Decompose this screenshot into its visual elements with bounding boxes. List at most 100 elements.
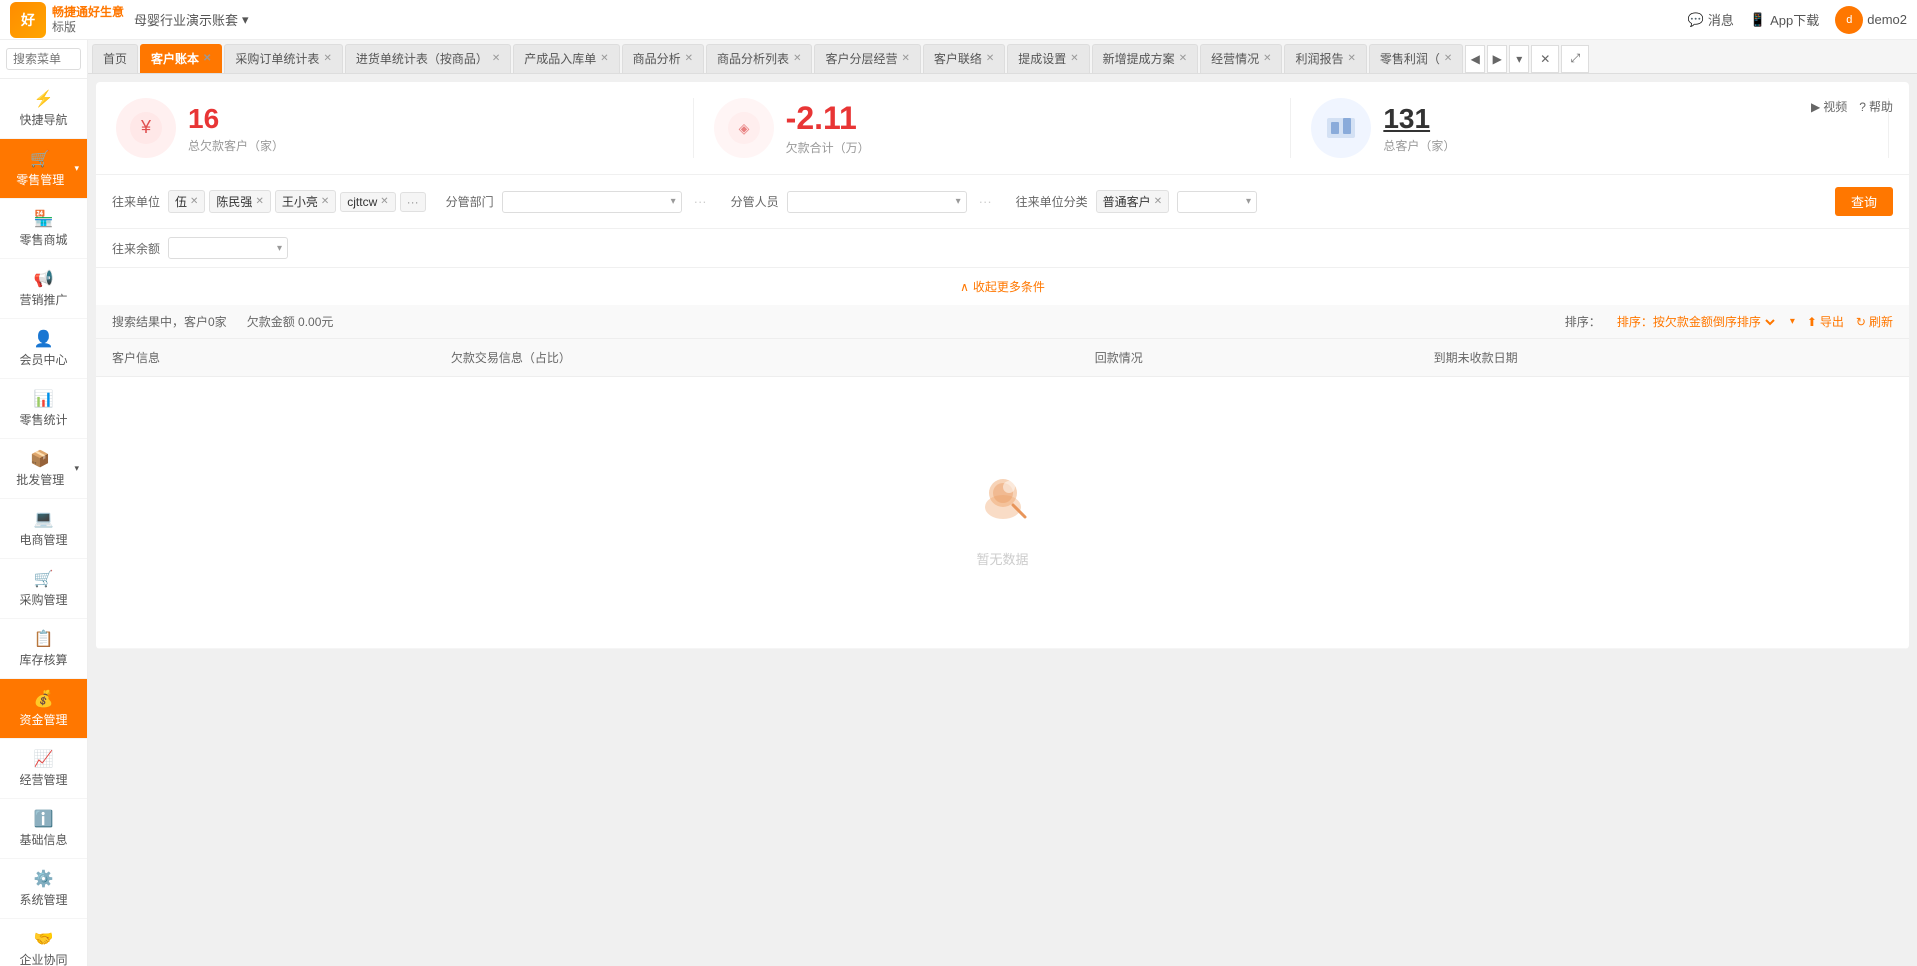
sidebar-item-business-mgmt[interactable]: 📈 经营管理 — [0, 739, 87, 799]
tab-close-stock-in[interactable]: ✕ — [492, 53, 500, 64]
tab-close-profit-report[interactable]: ✕ — [1348, 53, 1356, 64]
sidebar-item-inventory[interactable]: 📋 库存核算 — [0, 619, 87, 679]
top-bar-right: 💬 消息 📱 App下载 d demo2 — [1688, 6, 1907, 34]
sort-select[interactable]: 排序：按欠款金额倒序排序 — [1613, 314, 1778, 330]
sidebar-item-retail-mgmt[interactable]: 🛒 零售管理 ▾ — [0, 139, 87, 199]
tab-analysis[interactable]: 商品分析 ✕ — [622, 44, 704, 74]
tab-nav-right[interactable]: ▶ — [1487, 45, 1507, 73]
remove-tag-wang[interactable]: ✕ — [321, 196, 329, 207]
content-area: 首页 客户账本 ✕ 采购订单统计表 ✕ 进货单统计表（按商品） ✕ 产成品入库单… — [88, 40, 1917, 966]
results-bar: 搜索结果中，客户0家 欠款金额 0.00元 排序： 排序：按欠款金额倒序排序 ▾ — [96, 305, 1909, 339]
tab-close-customer-mgmt[interactable]: ✕ — [901, 53, 909, 64]
tab-close-purchase-order[interactable]: ✕ — [323, 53, 331, 64]
tab-reminder-setting[interactable]: 提成设置 ✕ — [1007, 44, 1089, 74]
collapse-btn[interactable]: ∧ 收起更多条件 — [96, 274, 1909, 299]
tab-customer-mgmt[interactable]: 客户分层经营 ✕ — [814, 44, 920, 74]
tab-analysis-list[interactable]: 商品分析列表 ✕ — [706, 44, 812, 74]
sidebar-item-quick-nav[interactable]: ⚡ 快捷导航 — [0, 79, 87, 139]
tab-customer-contact[interactable]: 客户联络 ✕ — [923, 44, 1005, 74]
tab-nav-menu[interactable]: ▾ — [1509, 45, 1529, 73]
export-icon: ⬆ — [1807, 315, 1817, 329]
remove-tag-wu[interactable]: ✕ — [190, 196, 198, 207]
tab-purchase-order[interactable]: 采购订单统计表 ✕ — [224, 44, 342, 74]
page-content: ¥ 16 总欠款客户（家） — [88, 74, 1917, 966]
sidebar-item-ecommerce[interactable]: 💻 电商管理 — [0, 499, 87, 559]
sidebar-item-enterprise[interactable]: 🤝 企业协同 — [0, 919, 87, 966]
user-profile[interactable]: d demo2 — [1835, 6, 1907, 34]
message-icon: 💬 — [1688, 12, 1704, 28]
account-dropdown[interactable]: 母婴行业演示账套 ▾ — [134, 10, 249, 29]
video-btn[interactable]: ▶ 视频 — [1811, 98, 1847, 115]
sidebar-item-system-mgmt[interactable]: ⚙️ 系统管理 — [0, 859, 87, 919]
person-select-wrap: ▾ — [787, 191, 967, 213]
dept-select[interactable] — [502, 191, 682, 213]
tab-stock-in[interactable]: 进货单统计表（按商品） ✕ — [345, 44, 511, 74]
sidebar-item-retail-stats[interactable]: 📊 零售统计 — [0, 379, 87, 439]
tab-close-reminder-setting[interactable]: ✕ — [1070, 53, 1078, 64]
tab-expand[interactable]: ⤢ — [1561, 45, 1589, 73]
filter-tag-wu: 伍 ✕ — [168, 190, 205, 213]
export-btn[interactable]: ⬆ 导出 — [1807, 313, 1844, 330]
remove-tag-cjttcw[interactable]: ✕ — [380, 196, 388, 207]
filter-more-btn[interactable]: ··· — [400, 192, 426, 212]
sidebar-item-wholesale-mgmt[interactable]: 📦 批发管理 ▾ — [0, 439, 87, 499]
stat-info-customers2: 131 总客户（家） — [1383, 103, 1455, 154]
retail-mgmt-icon: 🛒 — [30, 149, 50, 169]
total-customers-label: 总欠款客户（家） — [188, 137, 284, 154]
filter-row-1: 往来单位 伍 ✕ 陈民强 ✕ 王小亮 — [96, 175, 1909, 229]
retail-stats-icon: 📊 — [34, 389, 54, 409]
remove-tag-chen[interactable]: ✕ — [255, 196, 263, 207]
tab-close-customer-contact[interactable]: ✕ — [986, 53, 994, 64]
help-btn[interactable]: ? 帮助 — [1859, 98, 1893, 115]
refresh-icon: ↻ — [1856, 315, 1866, 329]
tab-close-business[interactable]: ✕ — [1263, 53, 1271, 64]
tab-close-production[interactable]: ✕ — [600, 53, 608, 64]
sidebar-item-purchase-mgmt[interactable]: 🛒 采购管理 — [0, 559, 87, 619]
tab-production[interactable]: 产成品入库单 ✕ — [513, 44, 619, 74]
message-btn[interactable]: 💬 消息 — [1688, 10, 1734, 29]
sidebar-item-member-center[interactable]: 👤 会员中心 — [0, 319, 87, 379]
sidebar-item-basic-info[interactable]: ℹ️ 基础信息 — [0, 799, 87, 859]
tab-close-new-achievement[interactable]: ✕ — [1179, 53, 1187, 64]
marketing-icon: 📢 — [34, 269, 54, 289]
balance-select[interactable] — [168, 237, 288, 259]
tab-close-customers[interactable]: ✕ — [203, 53, 211, 64]
retail-store-icon: 🏪 — [34, 209, 54, 229]
tab-close-retail-profit[interactable]: ✕ — [1444, 53, 1452, 64]
collapse-icon: ∧ — [960, 280, 969, 294]
tab-new-achievement[interactable]: 新增提成方案 ✕ — [1092, 44, 1198, 74]
tab-close-all[interactable]: ✕ — [1531, 45, 1559, 73]
balance-select-wrap: ▾ — [168, 237, 288, 259]
tab-home[interactable]: 首页 — [92, 44, 138, 74]
filter-row-2: 往来余额 ▾ — [96, 229, 1909, 268]
tab-customers[interactable]: 客户账本 ✕ — [140, 44, 222, 74]
sidebar-item-finance[interactable]: 💰 资金管理 — [0, 679, 87, 739]
sidebar-item-marketing[interactable]: 📢 营销推广 — [0, 259, 87, 319]
tab-business[interactable]: 经营情况 ✕ — [1200, 44, 1282, 74]
tab-close-analysis[interactable]: ✕ — [685, 53, 693, 64]
remove-tag-normal-customer[interactable]: ✕ — [1154, 196, 1162, 207]
unit-category-select-wrap: ▾ — [1177, 191, 1257, 213]
debt-icon: ◈ — [726, 110, 762, 146]
page-inner: ¥ 16 总欠款客户（家） — [96, 82, 1909, 649]
tab-profit-report[interactable]: 利润报告 ✕ — [1284, 44, 1366, 74]
logo-icon: 好 — [10, 2, 46, 38]
person-select[interactable] — [787, 191, 967, 213]
top-bar: 好 畅捷通好生意 标版 母婴行业演示账套 ▾ 💬 消息 📱 App下载 d de… — [0, 0, 1917, 40]
finance-icon: 💰 — [34, 689, 54, 709]
refresh-btn[interactable]: ↻ 刷新 — [1856, 313, 1893, 330]
col-customer-info: 客户信息 — [96, 339, 435, 377]
search-input[interactable] — [6, 48, 81, 70]
unit-category-select[interactable] — [1177, 191, 1257, 213]
person-label: 分管人员 — [731, 193, 779, 210]
sidebar-item-retail-store[interactable]: 🏪 零售商城 — [0, 199, 87, 259]
expand-icon: ▾ — [74, 163, 79, 174]
help-icon: ? — [1859, 100, 1866, 114]
query-button[interactable]: 查询 — [1835, 187, 1893, 216]
stat-total-customers: ¥ 16 总欠款客户（家） — [116, 98, 694, 158]
app-download-btn[interactable]: 📱 App下载 — [1750, 10, 1819, 29]
svg-text:¥: ¥ — [140, 117, 152, 137]
tab-retail-profit[interactable]: 零售利润（ ✕ — [1369, 44, 1463, 74]
tab-nav-left[interactable]: ◀ — [1465, 45, 1485, 73]
tab-close-analysis-list[interactable]: ✕ — [793, 53, 801, 64]
